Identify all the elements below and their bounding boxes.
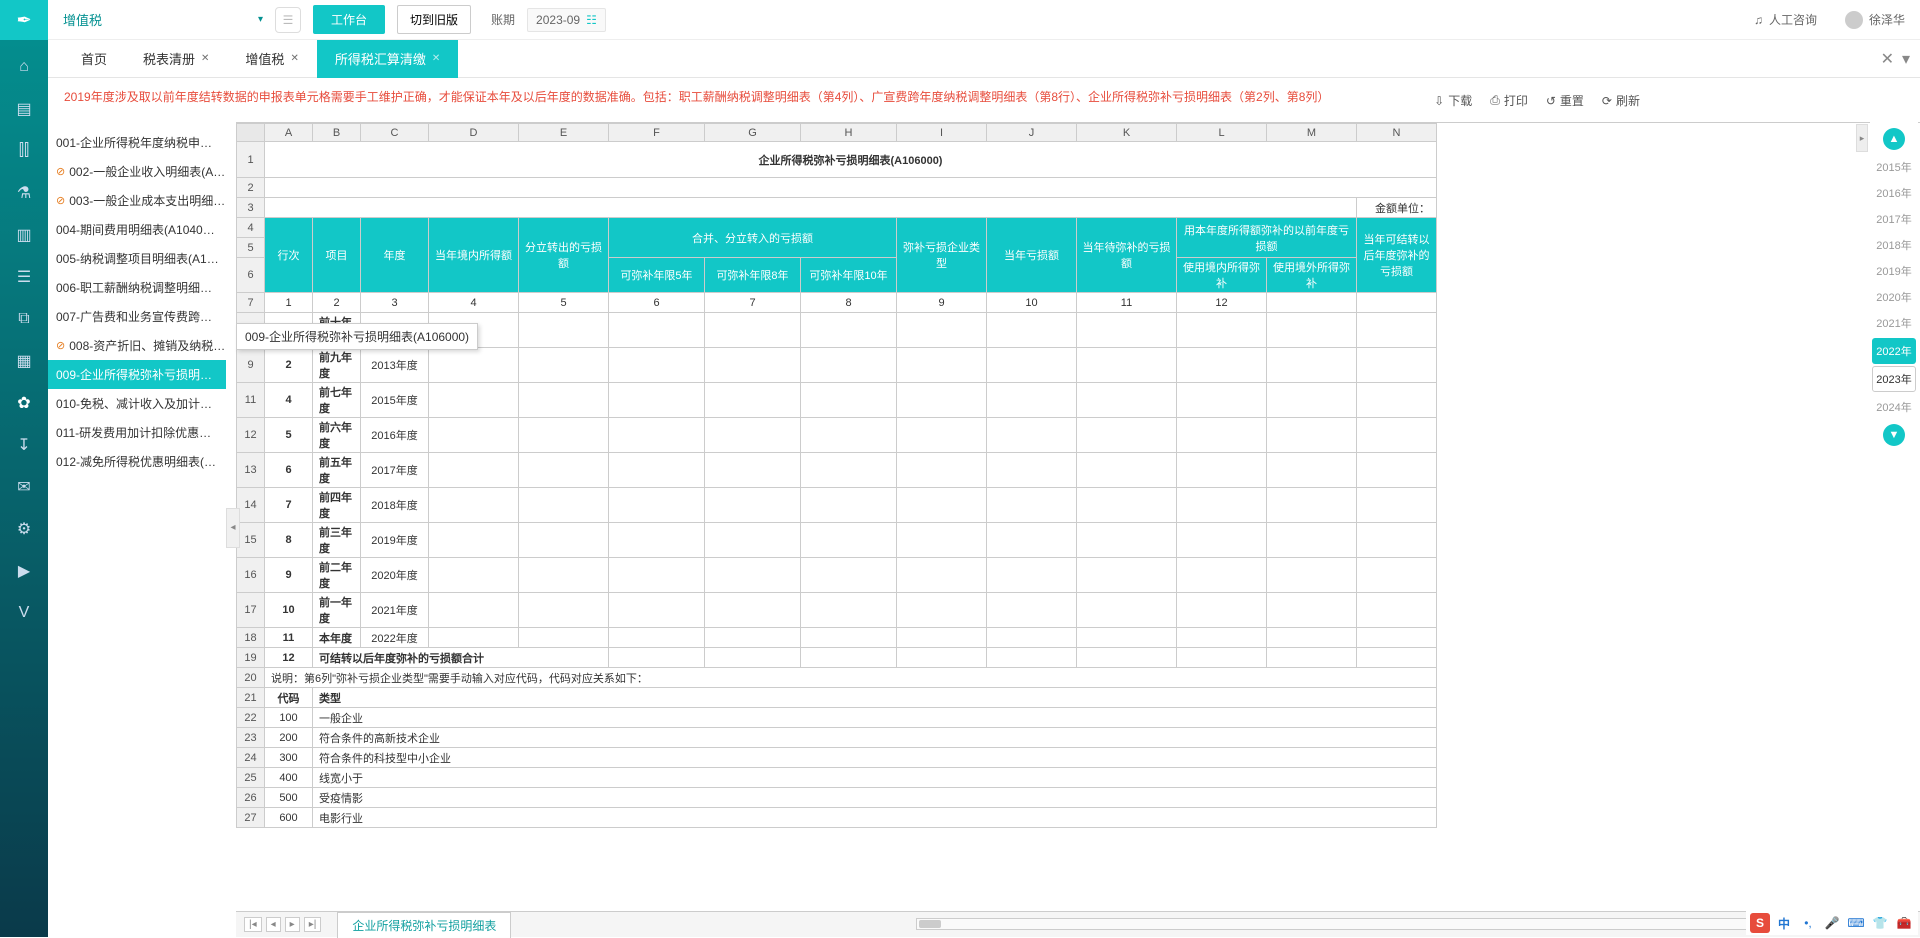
ime-keyboard-icon[interactable]: ⌨ xyxy=(1846,913,1866,933)
year-panel: ▲ 2015年2016年2017年2018年2019年2020年2021年 20… xyxy=(1870,122,1918,448)
chart-icon[interactable]: ⫿⫿ xyxy=(12,139,36,163)
reset-button[interactable]: ↺ 重置 xyxy=(1546,92,1584,109)
history-button[interactable]: ☰ xyxy=(275,7,301,33)
export-icon[interactable]: ↧ xyxy=(12,433,36,457)
download-button[interactable]: ⇩ 下载 xyxy=(1434,92,1472,109)
calendar-icon[interactable]: ▦ xyxy=(12,349,36,373)
left-nav: ✒ ⌂ ▤ ⫿⫿ ⚗ ▥ ☰ ⧉ ▦ ✿ ↧ ✉ ⚙ ▶ V xyxy=(0,0,48,937)
year-panel-handle[interactable]: ▸ xyxy=(1856,124,1868,152)
period-label: 账期 xyxy=(491,11,515,28)
tree-item[interactable]: 001-企业所得税年度纳税申… xyxy=(48,128,226,157)
headset-icon: ♫ xyxy=(1754,13,1763,27)
old-version-button[interactable]: 切到旧版 xyxy=(397,5,471,34)
tree-item[interactable]: ⊘008-资产折旧、摊销及纳税… xyxy=(48,331,226,360)
ime-dock: S 中 •, 🎤 ⌨ 👕 🧰 xyxy=(1746,911,1918,935)
year-item-current[interactable]: 2023年 xyxy=(1872,366,1916,392)
close-icon[interactable]: ✕ xyxy=(201,53,209,64)
tree-item[interactable]: ⊘003-一般企业成本支出明细… xyxy=(48,186,226,215)
year-item[interactable]: 2017年 xyxy=(1872,206,1916,232)
warning-icon: ⊘ xyxy=(56,339,65,352)
entity-selector[interactable]: 增值税▾ xyxy=(63,10,263,29)
tab-增值税[interactable]: 增值税✕ xyxy=(227,40,316,78)
year-item-future[interactable]: 2024年 xyxy=(1872,394,1916,420)
tree-item[interactable]: 007-广告费和业务宣传费跨… xyxy=(48,302,226,331)
tab-overflow[interactable]: ▾ xyxy=(1902,49,1910,69)
year-item[interactable]: 2018年 xyxy=(1872,232,1916,258)
tab-首页[interactable]: 首页 xyxy=(63,40,125,78)
ime-lang[interactable]: 中 xyxy=(1774,913,1794,933)
sheet-last[interactable]: ▸| xyxy=(304,917,322,932)
tree-tooltip: 009-企业所得税弥补亏损明细表(A106000) xyxy=(236,323,478,350)
tab-所得税汇算清缴[interactable]: 所得税汇算清缴✕ xyxy=(317,40,458,78)
v-icon[interactable]: V xyxy=(12,601,36,625)
year-item[interactable]: 2015年 xyxy=(1872,154,1916,180)
print-button[interactable]: ⎙ 打印 xyxy=(1490,92,1528,109)
refresh-button[interactable]: ⟳ 刷新 xyxy=(1602,92,1640,109)
tree-item[interactable]: 011-研发费用加计扣除优惠… xyxy=(48,418,226,447)
ime-brand[interactable]: S xyxy=(1750,913,1770,933)
tree-item[interactable]: 010-免税、减计收入及加计… xyxy=(48,389,226,418)
warning-icon: ⊘ xyxy=(56,194,65,207)
calendar-icon: ☷ xyxy=(586,13,597,27)
tree-collapse-handle[interactable]: ◂ xyxy=(226,508,240,548)
sheet-prev[interactable]: ◂ xyxy=(266,917,281,932)
bag-icon[interactable]: ⚗ xyxy=(12,181,36,205)
year-item[interactable]: 2016年 xyxy=(1872,180,1916,206)
mail-icon[interactable]: ✉ xyxy=(12,475,36,499)
tree-item[interactable]: 012-减免所得税优惠明细表(… xyxy=(48,447,226,476)
warning-icon: ⊘ xyxy=(56,165,65,178)
form-tree: 001-企业所得税年度纳税申…⊘002-一般企业收入明细表(A…⊘003-一般企… xyxy=(48,78,226,937)
year-down[interactable]: ▼ xyxy=(1883,424,1905,446)
year-item-active[interactable]: 2022年 xyxy=(1872,338,1916,364)
doc-icon[interactable]: ▤ xyxy=(12,97,36,121)
tax-icon[interactable]: ✿ xyxy=(12,391,36,415)
tree-item[interactable]: 005-纳税调整项目明细表(A1… xyxy=(48,244,226,273)
year-item[interactable]: 2019年 xyxy=(1872,258,1916,284)
close-icon[interactable]: ✕ xyxy=(432,53,440,64)
support-link[interactable]: ♫人工咨询 xyxy=(1754,11,1817,28)
ime-toolbox-icon[interactable]: 🧰 xyxy=(1894,913,1914,933)
ime-punct[interactable]: •, xyxy=(1798,913,1818,933)
sheet-tab[interactable]: 企业所得税弥补亏损明细表 xyxy=(337,912,511,938)
sheet-next[interactable]: ▸ xyxy=(285,917,300,932)
chevron-down-icon: ▾ xyxy=(258,14,263,25)
tab-税表清册[interactable]: 税表清册✕ xyxy=(125,40,227,78)
close-icon[interactable]: ✕ xyxy=(290,53,298,64)
clipboard-icon[interactable]: ▥ xyxy=(12,223,36,247)
spreadsheet[interactable]: 009-企业所得税弥补亏损明细表(A106000) ABCDEFGHIJKLMN… xyxy=(236,122,1920,937)
year-item[interactable]: 2020年 xyxy=(1872,284,1916,310)
year-item[interactable]: 2021年 xyxy=(1872,310,1916,336)
tabs-bar: 首页税表清册✕增值税✕所得税汇算清缴✕ ✕ ▾ xyxy=(48,40,1920,78)
list-icon[interactable]: ☰ xyxy=(12,265,36,289)
tree-item[interactable]: 006-职工薪酬纳税调整明细… xyxy=(48,273,226,302)
top-bar: 增值税▾ ☰ 工作台 切到旧版 账期 2023-09☷ ♫人工咨询 徐泽华 xyxy=(48,0,1920,40)
home-icon[interactable]: ⌂ xyxy=(12,55,36,79)
ime-skin-icon[interactable]: 👕 xyxy=(1870,913,1890,933)
year-up[interactable]: ▲ xyxy=(1883,128,1905,150)
tab-close-all[interactable]: ✕ xyxy=(1881,49,1894,69)
user-menu[interactable]: 徐泽华 xyxy=(1845,11,1905,29)
period-picker[interactable]: 2023-09☷ xyxy=(527,8,606,32)
video-icon[interactable]: ▶ xyxy=(12,559,36,583)
sheet-first[interactable]: |◂ xyxy=(244,917,262,932)
workbench-button[interactable]: 工作台 xyxy=(313,5,385,34)
logo[interactable]: ✒ xyxy=(0,0,48,40)
tree-item[interactable]: 004-期间费用明细表(A1040… xyxy=(48,215,226,244)
tree-item[interactable]: ⊘002-一般企业收入明细表(A… xyxy=(48,157,226,186)
gear-icon[interactable]: ⚙ xyxy=(12,517,36,541)
receipt-icon[interactable]: ⧉ xyxy=(12,307,36,331)
ime-voice-icon[interactable]: 🎤 xyxy=(1822,913,1842,933)
avatar xyxy=(1845,11,1863,29)
tree-item[interactable]: 009-企业所得税弥补亏损明… xyxy=(48,360,226,389)
